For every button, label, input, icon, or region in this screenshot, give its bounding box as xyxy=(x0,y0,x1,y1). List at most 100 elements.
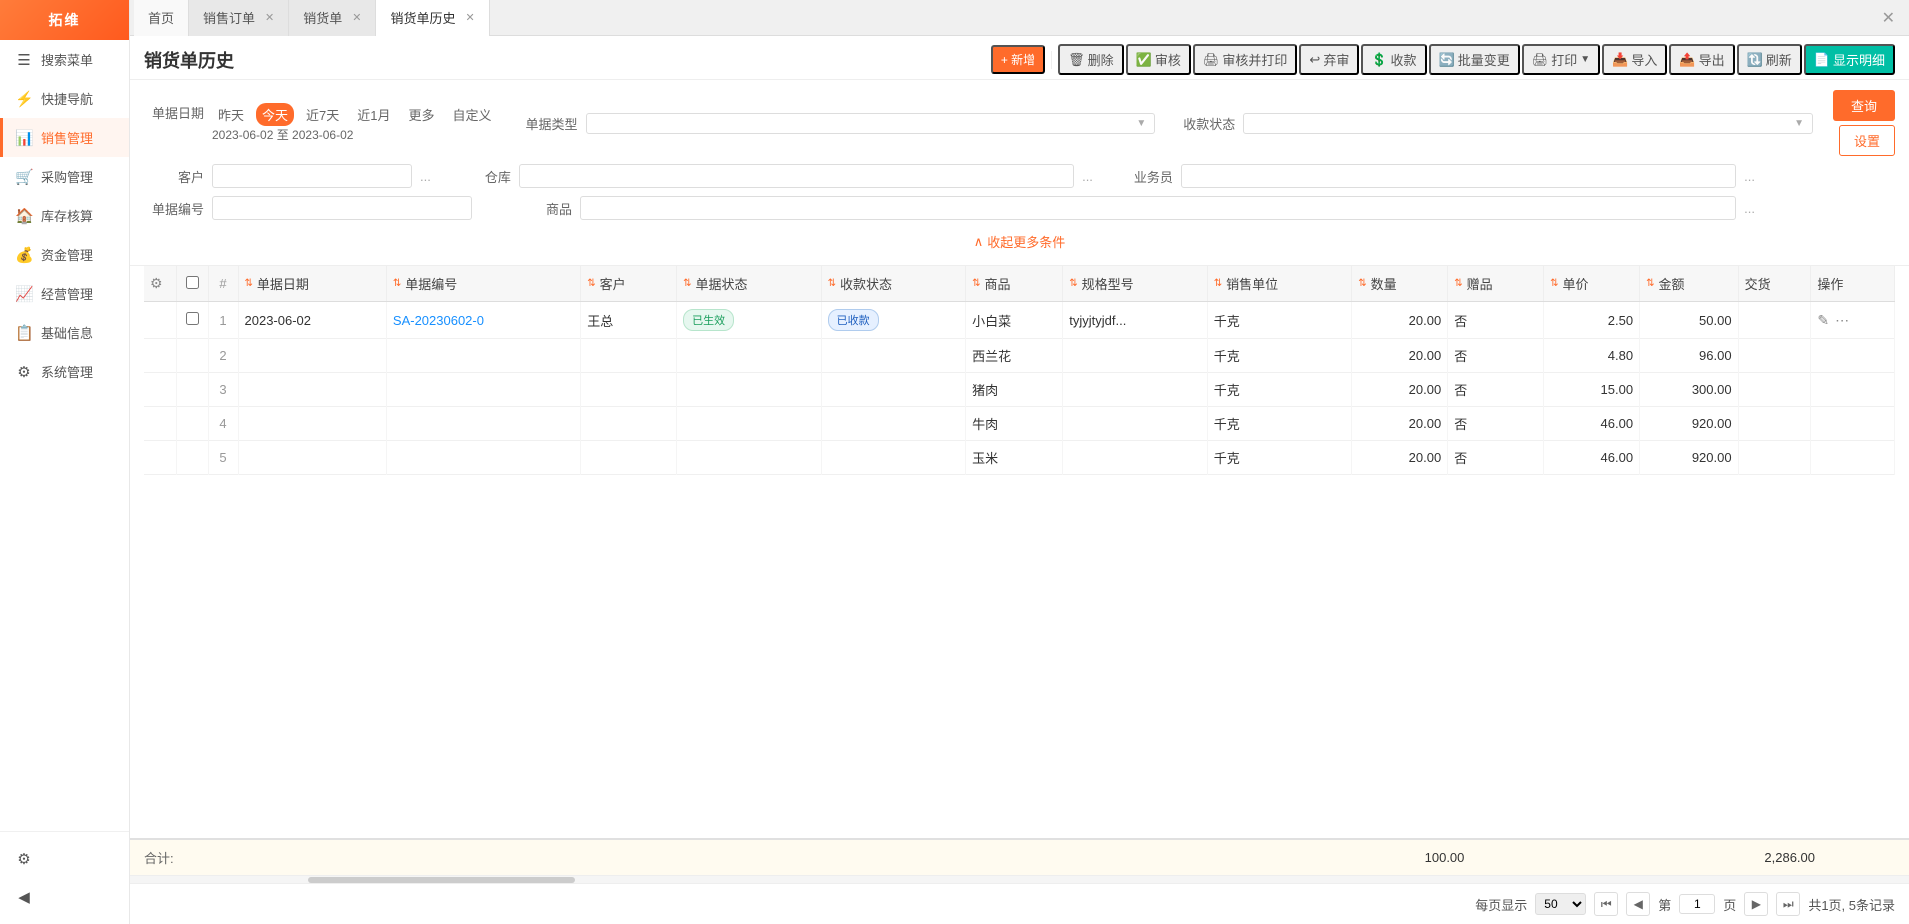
date-btn-7days[interactable]: 近7天 xyxy=(300,103,345,126)
col-checkbox[interactable] xyxy=(176,266,208,302)
sidebar-item-sys-mgmt[interactable]: ⚙ 系统管理 xyxy=(0,352,129,391)
date-selector: 昨天 今天 近7天 近1月 更多 自定义 xyxy=(212,103,498,126)
abandon-button[interactable]: ↩ 弃审 xyxy=(1299,44,1359,75)
tab-sales-history-close[interactable]: ✕ xyxy=(466,11,475,24)
doc-no-input[interactable] xyxy=(212,196,472,220)
row-doc-no xyxy=(386,339,580,373)
sidebar-item-search-menu[interactable]: ☰ 搜索菜单 xyxy=(0,40,129,79)
sidebar-item-base-info[interactable]: 📋 基础信息 xyxy=(0,313,129,352)
batch-change-button[interactable]: 🔄 批量变更 xyxy=(1429,44,1520,75)
horizontal-scrollbar[interactable] xyxy=(130,875,1909,883)
query-button[interactable]: 查询 xyxy=(1833,90,1895,121)
sidebar-bottom-item1[interactable]: ⚙ xyxy=(0,840,129,878)
prev-page-btn[interactable]: ◀ xyxy=(1626,892,1650,916)
col-doc-status[interactable]: ⇅ 单据状态 xyxy=(677,266,822,302)
sidebar-item-sales-mgmt[interactable]: 📊 销售管理 xyxy=(0,118,129,157)
col-gift[interactable]: ⇅ 赠品 xyxy=(1448,266,1544,302)
next-page-btn[interactable]: ▶ xyxy=(1744,892,1768,916)
date-btn-1month[interactable]: 近1月 xyxy=(351,103,396,126)
main-area: 首页 销售订单 ✕ 销货单 ✕ 销货单历史 ✕ ✕ 销货单历史 + 新增 xyxy=(130,0,1909,924)
col-unit-price[interactable]: ⇅ 单价 xyxy=(1544,266,1640,302)
col-settings[interactable]: ⚙ xyxy=(144,266,176,302)
col-spec[interactable]: ⇅ 规格型号 xyxy=(1063,266,1208,302)
collect-button[interactable]: 💲 收款 xyxy=(1361,44,1426,75)
sort-icon: ⇅ xyxy=(393,278,401,289)
tab-sales-history[interactable]: 销货单历史 ✕ xyxy=(376,0,489,36)
settings-button[interactable]: 设置 xyxy=(1839,125,1895,156)
print-button[interactable]: 🖨 打印 ▼ xyxy=(1522,44,1600,75)
first-page-btn[interactable]: ⏮ xyxy=(1594,892,1618,916)
date-btn-today[interactable]: 今天 xyxy=(256,103,294,126)
collect-status-select[interactable]: ▼ xyxy=(1243,113,1813,134)
warehouse-input[interactable] xyxy=(519,164,1074,188)
select-all-checkbox[interactable] xyxy=(186,276,199,289)
date-btn-yesterday[interactable]: 昨天 xyxy=(212,103,250,126)
row-checkbox-cell[interactable] xyxy=(176,302,208,339)
collapse-button[interactable]: ∧ 收起更多条件 xyxy=(144,228,1895,255)
page-input[interactable] xyxy=(1679,894,1715,914)
filter-row-1: 单据日期 昨天 今天 近7天 近1月 更多 自定义 2023-06-02 至 2… xyxy=(144,90,1895,156)
tab-close-all[interactable]: ✕ xyxy=(1872,0,1905,36)
row-checkbox-cell[interactable] xyxy=(176,373,208,407)
sidebar-bottom-item2[interactable]: ◀ xyxy=(0,878,129,916)
tab-sales-order-close[interactable]: ✕ xyxy=(265,11,274,24)
col-collect-status[interactable]: ⇅ 收款状态 xyxy=(821,266,966,302)
audit-print-button[interactable]: 🖨 审核并打印 xyxy=(1193,44,1298,75)
warehouse-ellipsis[interactable]: ... xyxy=(1082,169,1093,184)
gear-icon[interactable]: ⚙ xyxy=(150,275,163,291)
col-quantity[interactable]: ⇅ 数量 xyxy=(1352,266,1448,302)
col-customer[interactable]: ⇅ 客户 xyxy=(581,266,677,302)
edit-icon[interactable]: ✎ xyxy=(1817,312,1829,329)
tab-sales-delivery-close[interactable]: ✕ xyxy=(352,11,361,24)
salesperson-input[interactable] xyxy=(1181,164,1736,188)
row-doc-status: 已生效 xyxy=(677,302,822,339)
table-wrapper[interactable]: ⚙ # ⇅ 单据日期 xyxy=(130,266,1909,838)
tab-sales-delivery[interactable]: 销货单 ✕ xyxy=(289,0,376,36)
sidebar-item-quick-nav[interactable]: ⚡ 快捷导航 xyxy=(0,79,129,118)
tab-sales-order[interactable]: 销售订单 ✕ xyxy=(189,0,289,36)
customer-ellipsis[interactable]: ... xyxy=(420,169,431,184)
row-collect-status xyxy=(821,339,966,373)
salesperson-ellipsis[interactable]: ... xyxy=(1744,169,1755,184)
new-button[interactable]: + 新增 xyxy=(991,45,1045,74)
refresh-button[interactable]: 🔃 刷新 xyxy=(1737,44,1802,75)
last-page-btn[interactable]: ⏭ xyxy=(1776,892,1800,916)
row-num: 5 xyxy=(208,441,238,475)
row-quantity: 20.00 xyxy=(1352,302,1448,339)
content: 销货单历史 + 新增 🗑 删除 ✅ 审核 🖨 审核并打印 xyxy=(130,36,1909,924)
col-unit[interactable]: ⇅ 销售单位 xyxy=(1207,266,1352,302)
per-page-select[interactable]: 50 100 200 xyxy=(1535,893,1586,915)
row-checkbox-cell[interactable] xyxy=(176,441,208,475)
more-icon[interactable]: ⋯ xyxy=(1835,312,1849,329)
sidebar-item-inventory[interactable]: 🏠 库存核算 xyxy=(0,196,129,235)
delete-button[interactable]: 🗑 删除 xyxy=(1058,44,1124,75)
row-unit: 千克 xyxy=(1207,407,1352,441)
table-row: 5 玉米 千克 20.00 否 46.00 920.00 xyxy=(144,441,1895,475)
col-amount[interactable]: ⇅ 金额 xyxy=(1640,266,1739,302)
goods-ellipsis[interactable]: ... xyxy=(1744,201,1755,216)
goods-input[interactable] xyxy=(580,196,1736,220)
sidebar-item-purchase-mgmt[interactable]: 🛒 采购管理 xyxy=(0,157,129,196)
row-checkbox-cell[interactable] xyxy=(176,407,208,441)
audit-button[interactable]: ✅ 审核 xyxy=(1126,44,1191,75)
row-checkbox[interactable] xyxy=(186,312,199,325)
sidebar-item-label: 库存核算 xyxy=(41,206,93,225)
row-checkbox-cell[interactable] xyxy=(176,339,208,373)
show-detail-button[interactable]: 📄 显示明细 xyxy=(1804,44,1895,75)
customer-input[interactable] xyxy=(212,164,412,188)
col-doc-no[interactable]: ⇅ 单据编号 xyxy=(386,266,580,302)
doc-type-select[interactable]: ▼ xyxy=(586,113,1156,134)
sidebar-item-operations[interactable]: 📈 经营管理 xyxy=(0,274,129,313)
table-header: ⚙ # ⇅ 单据日期 xyxy=(144,266,1895,302)
row-doc-no xyxy=(386,373,580,407)
export-button[interactable]: 📤 导出 xyxy=(1669,44,1734,75)
tab-home[interactable]: 首页 xyxy=(134,0,189,36)
date-btn-more[interactable]: 更多 xyxy=(403,103,441,126)
col-goods[interactable]: ⇅ 商品 xyxy=(966,266,1063,302)
col-date[interactable]: ⇅ 单据日期 xyxy=(238,266,386,302)
date-btn-custom[interactable]: 自定义 xyxy=(447,103,498,126)
footer-total-amount: 2,286.00 xyxy=(1764,850,1815,865)
import-button[interactable]: 📥 导入 xyxy=(1602,44,1667,75)
sidebar-item-finance[interactable]: 💰 资金管理 xyxy=(0,235,129,274)
doc-no-link[interactable]: SA-20230602-0 xyxy=(393,313,484,328)
